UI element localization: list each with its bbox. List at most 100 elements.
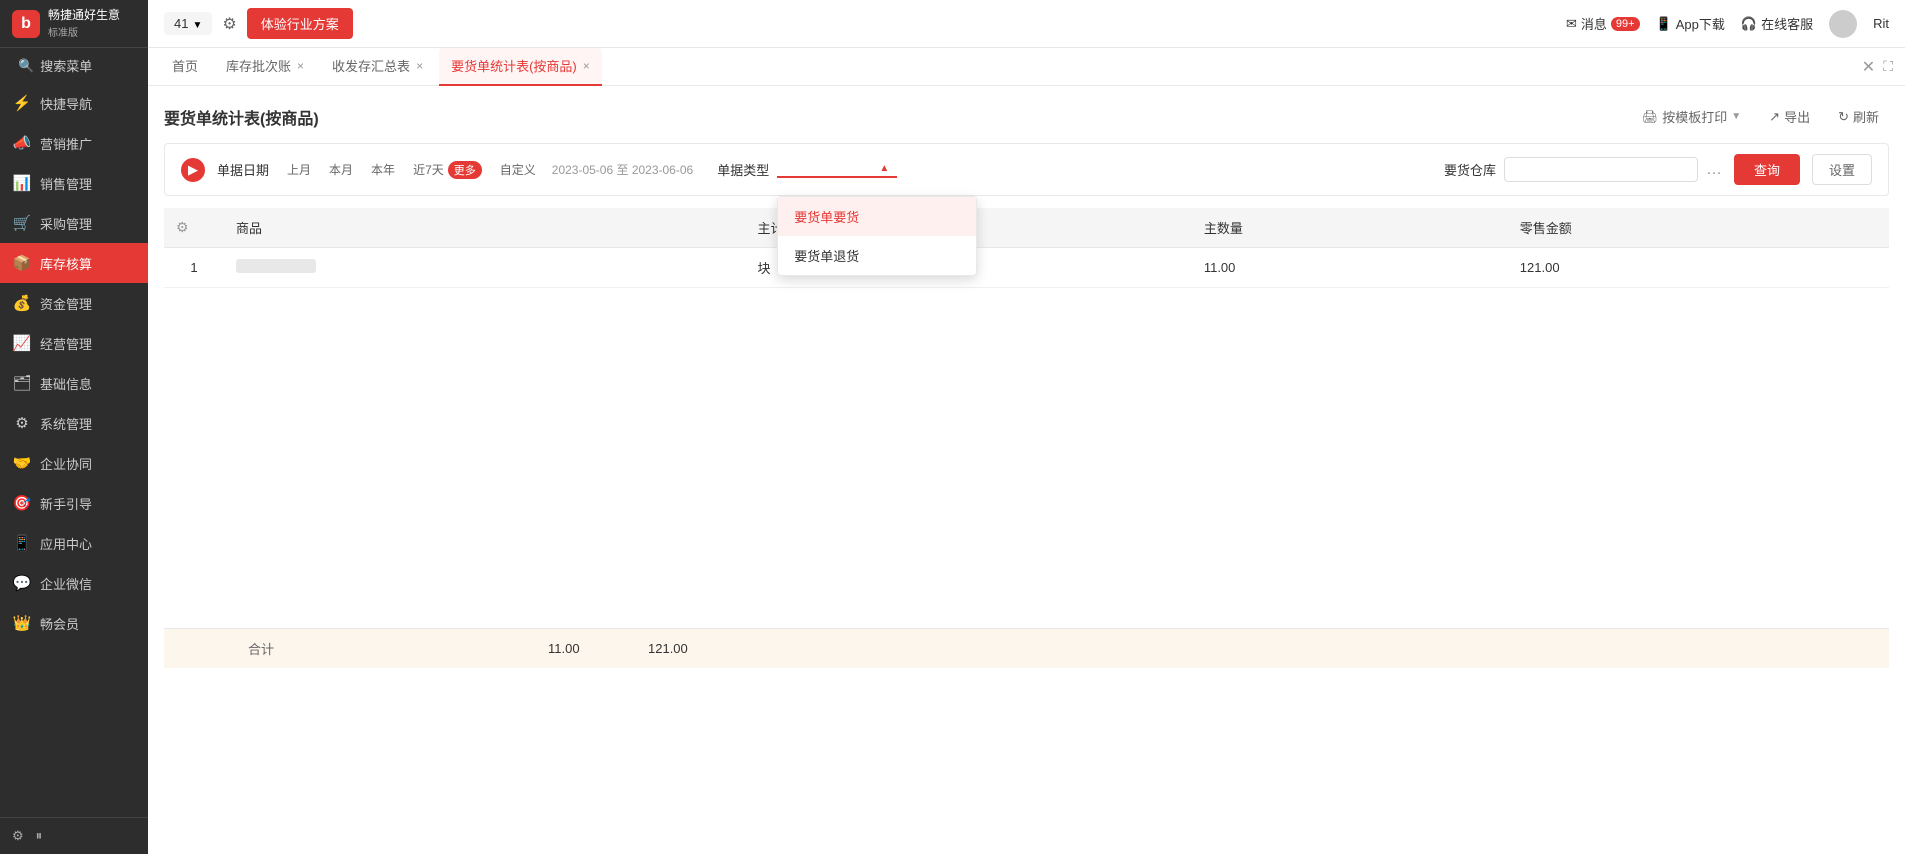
store-chevron-icon <box>192 16 202 31</box>
sidebar-item-base[interactable]: 🗂 基础信息 <box>0 363 148 403</box>
page-container: 要货单统计表(按商品) 🖨 按模板打印 ▼ ↗ 导出 ↻ 刷新 <box>148 86 1905 854</box>
tab-label: 库存批次账 <box>226 56 291 75</box>
print-button[interactable]: 🖨 按模板打印 ▼ <box>1632 102 1751 131</box>
app-sub: 标准版 <box>48 24 120 39</box>
sales-icon: 📊 <box>12 173 32 193</box>
search-menu-label: 搜索菜单 <box>40 56 92 75</box>
date-this-month[interactable]: 本月 <box>323 159 359 180</box>
operations-icon: 📈 <box>12 333 32 353</box>
sidebar-item-label: 资金管理 <box>40 294 92 313</box>
top-header: 41 ⚙ 体验行业方案 ✉ 消息 99+ 📱 App下载 🎧 在线客服 Rit <box>148 0 1905 48</box>
appstore-icon: 📱 <box>12 533 32 553</box>
dropdown-item-requisition-order[interactable]: 要货单要货 <box>778 197 976 236</box>
content-area: 要货单统计表(按商品) 🖨 按模板打印 ▼ ↗ 导出 ↻ 刷新 <box>148 86 1905 854</box>
logo-icon: b <box>12 10 40 38</box>
tab-home[interactable]: 首页 <box>160 48 210 86</box>
refresh-icon: ↻ <box>1838 109 1849 125</box>
tab-receivable-summary[interactable]: 收发存汇总表 × <box>320 48 435 86</box>
warehouse-filter-input[interactable] <box>1504 157 1698 182</box>
sidebar-item-sales[interactable]: 📊 销售管理 <box>0 163 148 203</box>
footer-quantity: 11.00 <box>536 641 636 656</box>
sidebar: b 畅捷通好生意 标准版 🔍 搜索菜单 ⚡ 快捷导航 📣 营销推广 📊 销售管理… <box>0 0 148 854</box>
expand-tabs-icon[interactable]: ⛶ <box>1883 58 1893 75</box>
tab-requisition-stats[interactable]: 要货单统计表(按商品) × <box>439 48 602 86</box>
tab-close-icon[interactable]: × <box>297 59 304 73</box>
online-service-item[interactable]: 🎧 在线客服 <box>1741 14 1813 33</box>
date-this-year[interactable]: 本年 <box>365 159 401 180</box>
footer-label: 合计 <box>236 639 436 658</box>
tab-label: 要货单统计表(按商品) <box>451 56 577 75</box>
tab-inventory-batch[interactable]: 库存批次账 × <box>214 48 316 86</box>
expand-filter-button[interactable]: ▶ <box>181 158 205 182</box>
sidebar-item-weixin[interactable]: 💬 企业微信 <box>0 563 148 603</box>
tab-close-icon[interactable]: × <box>583 59 590 73</box>
sidebar-item-member[interactable]: 👑 畅会员 <box>0 603 148 643</box>
sidebar-item-label: 经营管理 <box>40 334 92 353</box>
export-button[interactable]: ↗ 导出 <box>1759 102 1820 131</box>
sidebar-item-label: 销售管理 <box>40 174 92 193</box>
base-icon: 🗂 <box>12 373 32 393</box>
table-header-row: ⚙ 商品 主计量单位 主数量 零售金额 <box>164 208 1889 248</box>
warehouse-filter-section: 要货仓库 … <box>1444 157 1722 182</box>
user-avatar[interactable] <box>1829 10 1857 38</box>
sidebar-item-label: 系统管理 <box>40 414 92 433</box>
sidebar-item-label: 新手引导 <box>40 494 92 513</box>
app-name: 畅捷通好生意 <box>48 8 120 24</box>
col-row-num: ⚙ <box>164 208 224 248</box>
type-filter-section: 单据类型 ▲ 要货单要货 要货单退货 <box>717 160 897 179</box>
query-button[interactable]: 查询 <box>1734 154 1800 185</box>
quick-nav-icon: ⚡ <box>12 93 32 113</box>
weixin-icon: 💬 <box>12 573 32 593</box>
trial-button[interactable]: 体验行业方案 <box>247 8 353 39</box>
setup-button[interactable]: 设置 <box>1812 154 1872 185</box>
col-quantity: 主数量 <box>1192 208 1508 248</box>
date-range-display: 2023-05-06 至 2023-06-06 <box>552 161 693 178</box>
sidebar-item-finance[interactable]: 💰 资金管理 <box>0 283 148 323</box>
sidebar-item-enterprise[interactable]: 🤝 企业协同 <box>0 443 148 483</box>
sidebar-nav: ⚡ 快捷导航 📣 营销推广 📊 销售管理 🛒 采购管理 📦 库存核算 💰 资金管… <box>0 83 148 817</box>
filter-more-icon[interactable]: … <box>1706 161 1722 179</box>
page-actions: 🖨 按模板打印 ▼ ↗ 导出 ↻ 刷新 <box>1632 102 1889 131</box>
print-chevron: ▼ <box>1731 111 1741 122</box>
sidebar-item-operations[interactable]: 📈 经营管理 <box>0 323 148 363</box>
amount-cell: 121.00 <box>1508 248 1889 288</box>
data-table: ⚙ 商品 主计量单位 主数量 零售金额 <box>164 208 1889 288</box>
settings-footer-icon[interactable]: ⚙ <box>12 828 24 844</box>
type-filter-input[interactable]: ▲ <box>777 161 897 178</box>
sidebar-item-guide[interactable]: 🎯 新手引导 <box>0 483 148 523</box>
date-last-month[interactable]: 上月 <box>281 159 317 180</box>
date-custom[interactable]: 自定义 <box>494 159 542 180</box>
messages-item[interactable]: ✉ 消息 99+ <box>1566 14 1640 33</box>
page-title: 要货单统计表(按商品) <box>164 105 319 129</box>
store-selector[interactable]: 41 <box>164 12 212 35</box>
sidebar-item-appstore[interactable]: 📱 应用中心 <box>0 523 148 563</box>
sidebar-item-inventory[interactable]: 📦 库存核算 <box>0 243 148 283</box>
date-last-7-days[interactable]: 近7天 更多 <box>407 159 488 181</box>
search-menu[interactable]: 🔍 搜索菜单 <box>0 48 148 83</box>
header-settings-icon[interactable]: ⚙ <box>222 14 236 34</box>
col-amount: 零售金额 <box>1508 208 1889 248</box>
product-blurred <box>236 259 316 273</box>
refresh-button[interactable]: ↻ 刷新 <box>1828 102 1889 131</box>
sidebar-item-quick-nav[interactable]: ⚡ 快捷导航 <box>0 83 148 123</box>
type-dropdown-menu: 要货单要货 要货单退货 <box>777 196 977 276</box>
service-icon: 🎧 <box>1741 16 1757 32</box>
export-icon: ↗ <box>1769 109 1780 125</box>
app-download-item[interactable]: 📱 App下载 <box>1656 14 1725 33</box>
page-header: 要货单统计表(按商品) 🖨 按模板打印 ▼ ↗ 导出 ↻ 刷新 <box>164 102 1889 131</box>
sidebar-item-system[interactable]: ⚙ 系统管理 <box>0 403 148 443</box>
sidebar-item-purchase[interactable]: 🛒 采购管理 <box>0 203 148 243</box>
sidebar-item-marketing[interactable]: 📣 营销推广 <box>0 123 148 163</box>
close-all-icon[interactable]: ✕ <box>1862 57 1875 77</box>
tab-label: 收发存汇总表 <box>332 56 410 75</box>
table-settings-icon[interactable]: ⚙ <box>176 219 189 235</box>
dropdown-item-requisition-return[interactable]: 要货单退货 <box>778 236 976 275</box>
finance-icon: 💰 <box>12 293 32 313</box>
sidebar-item-label: 企业微信 <box>40 574 92 593</box>
tab-close-icon[interactable]: × <box>416 59 423 73</box>
empty-space <box>164 288 1889 628</box>
filter-bar: ▶ 单据日期 上月 本月 本年 近7天 更多 自定义 2023-05-06 至 … <box>164 143 1889 196</box>
collapse-icon[interactable]: ⏸ <box>36 828 43 844</box>
sidebar-item-label: 库存核算 <box>40 254 92 273</box>
app-download-label: App下载 <box>1676 14 1725 33</box>
